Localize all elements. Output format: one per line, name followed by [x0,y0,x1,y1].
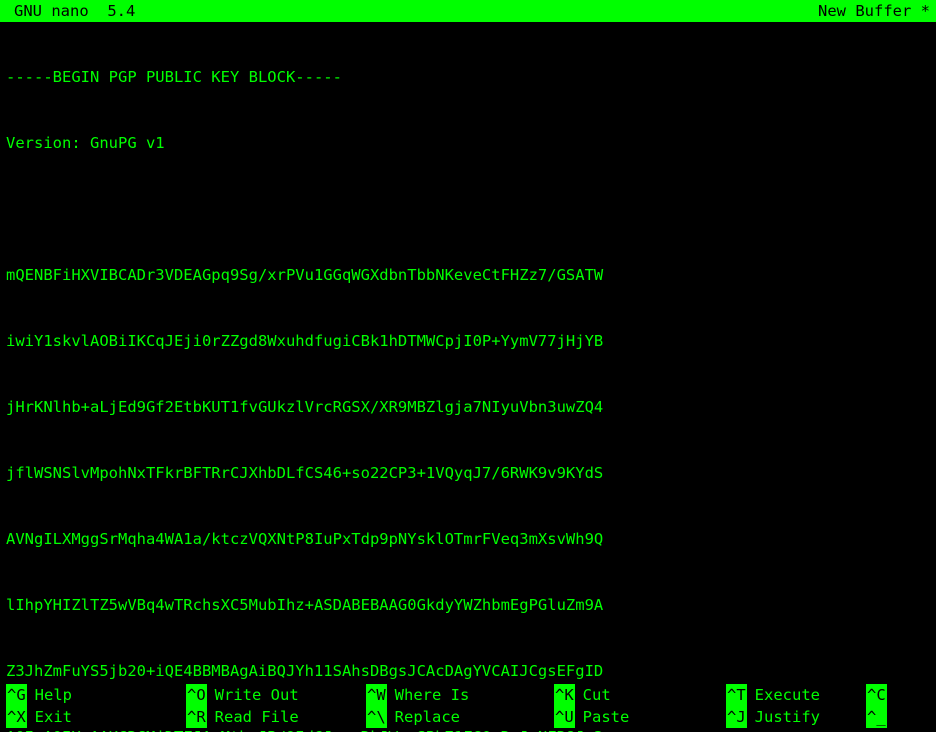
shortcut-key: ^O [186,684,207,706]
shortcut-label: Read File [215,706,299,728]
editor-content[interactable]: -----BEGIN PGP PUBLIC KEY BLOCK----- Ver… [0,22,936,732]
shortcut-key: ^\ [366,706,387,728]
shortcut-paste[interactable]: ^U Paste [554,706,726,728]
shortcut-bar: ^G Help ^O Write Out ^W Where Is ^K Cut … [0,684,936,732]
shortcut-goto[interactable]: ^_ [866,706,926,728]
shortcut-location[interactable]: ^C [866,684,926,706]
shortcut-label: Help [35,684,72,706]
text-line [6,198,930,220]
shortcut-whereis[interactable]: ^W Where Is [366,684,554,706]
shortcut-row: ^G Help ^O Write Out ^W Where Is ^K Cut … [6,684,930,706]
shortcut-key: ^K [554,684,575,706]
shortcut-readfile[interactable]: ^R Read File [186,706,366,728]
text-line: -----BEGIN PGP PUBLIC KEY BLOCK----- [6,66,930,88]
shortcut-label: Exit [35,706,72,728]
shortcut-justify[interactable]: ^J Justify [726,706,866,728]
text-line: iwiY1skvlAOBiIKCqJEji0rZZgd8WxuhdfugiCBk… [6,330,930,352]
shortcut-key: ^_ [866,706,887,728]
shortcut-label: Paste [583,706,630,728]
shortcut-exit[interactable]: ^X Exit [6,706,186,728]
shortcut-label: Cut [583,684,611,706]
shortcut-key: ^G [6,684,27,706]
shortcut-row: ^X Exit ^R Read File ^\ Replace ^U Paste… [6,706,930,728]
shortcut-label: Write Out [215,684,299,706]
shortcut-label: Replace [395,706,460,728]
shortcut-writeout[interactable]: ^O Write Out [186,684,366,706]
text-line: lIhpYHIZlTZ5wVBq4wTRchsXC5MubIhz+ASDABEB… [6,594,930,616]
text-line: mQENBFiHXVIBCADr3VDEAGpq9Sg/xrPVu1GGqWGX… [6,264,930,286]
buffer-status: New Buffer * [818,0,930,22]
text-line: jflWSNSlvMpohNxTFkrBFTRrCJXhbDLfCS46+so2… [6,462,930,484]
app-title: GNU nano 5.4 [14,0,135,22]
shortcut-label: Justify [755,706,820,728]
nano-terminal: GNU nano 5.4 New Buffer * -----BEGIN PGP… [0,0,936,732]
shortcut-cut[interactable]: ^K Cut [554,684,726,706]
text-line: AVNgILXMggSrMqha4WA1a/ktczVQXNtP8IuPxTdp… [6,528,930,550]
shortcut-replace[interactable]: ^\ Replace [366,706,554,728]
shortcut-help[interactable]: ^G Help [6,684,186,706]
shortcut-key: ^J [726,706,747,728]
shortcut-key: ^W [366,684,387,706]
shortcut-key: ^U [554,706,575,728]
shortcut-key: ^T [726,684,747,706]
shortcut-key: ^R [186,706,207,728]
text-line: Z3JhZmFuYS5jb20+iQE4BBMBAgAiBQJYh11SAhsD… [6,660,930,682]
shortcut-key: ^X [6,706,27,728]
shortcut-key: ^C [866,684,887,706]
shortcut-label: Where Is [395,684,470,706]
text-line: jHrKNlhb+aLjEd9Gf2EtbKUT1fvGUkzlVrcRGSX/… [6,396,930,418]
shortcut-label: Execute [755,684,820,706]
shortcut-execute[interactable]: ^T Execute [726,684,866,706]
text-line: Version: GnuPG v1 [6,132,930,154]
titlebar: GNU nano 5.4 New Buffer * [0,0,936,22]
